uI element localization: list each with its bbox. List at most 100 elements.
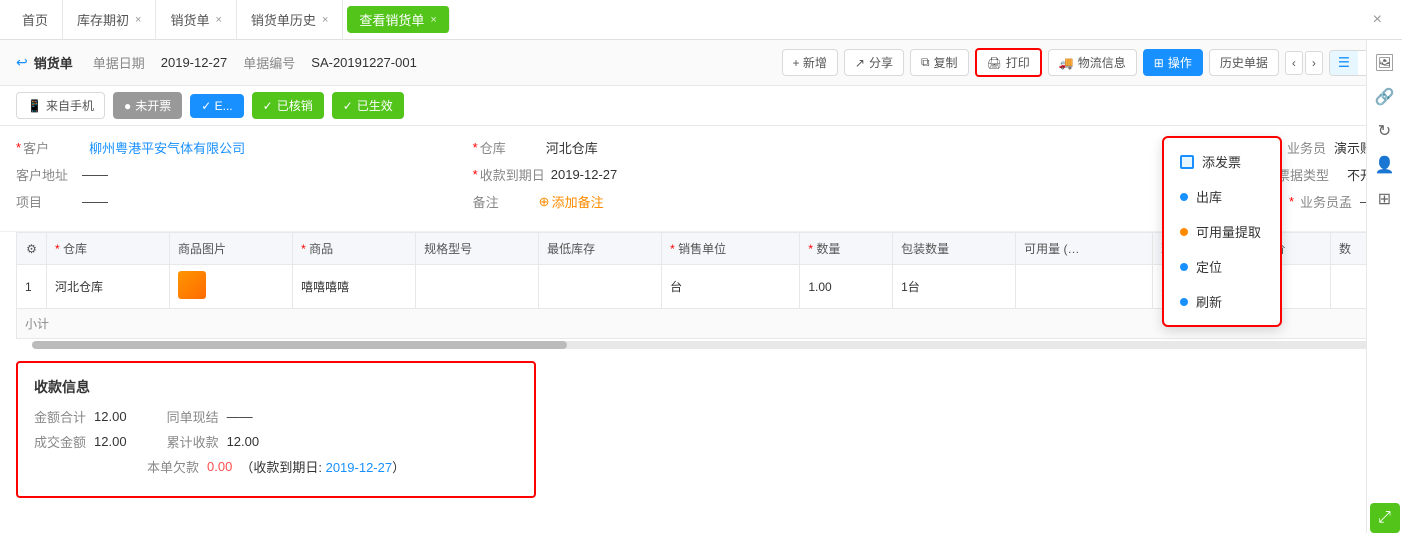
dropdown-locate[interactable]: 定位: [1164, 249, 1280, 284]
deal-amount-item: 成交金额 12.00: [34, 432, 127, 451]
col-unit: * 销售单位: [662, 233, 800, 265]
operations-button[interactable]: ⊞ 操作: [1143, 49, 1203, 76]
payment-row-3: 本单欠款 0.00 （收款到期日: 2019-12-27）: [34, 457, 518, 476]
expand-icon: ⤢: [1378, 509, 1391, 527]
customer-field: * 客户 柳州粤港平安气体有限公司: [16, 138, 473, 157]
payment-date-value: 2019-12-27: [551, 167, 618, 182]
total-amount-label: 金额合计: [34, 407, 86, 426]
cell-available: [1016, 265, 1153, 309]
tab-bar: 首页 库存期初 × 销货单 × 销货单历史 × 查看销货单 × ×: [0, 0, 1402, 40]
sidebar-link-button[interactable]: 🔗: [1370, 82, 1400, 112]
dropdown-refresh[interactable]: 刷新: [1164, 284, 1280, 319]
operations-dropdown: 添发票 出库 可用量提取 定位 刷新: [1162, 136, 1282, 327]
warehouse-label: 仓库: [480, 138, 540, 157]
date-label: 单据日期: [93, 53, 145, 72]
col-package-qty: 包装数量: [893, 233, 1016, 265]
tab-inventory[interactable]: 库存期初 ×: [63, 0, 156, 40]
project-value: ——: [82, 194, 108, 209]
cell-row-num: 1: [17, 265, 47, 309]
copy-button[interactable]: ⧉ 复制: [910, 49, 969, 76]
address-label: 客户地址: [16, 165, 76, 184]
next-button[interactable]: ›: [1305, 51, 1323, 75]
payment-date-field: * 收款到期日 2019-12-27: [473, 165, 930, 184]
phone-icon: 📱: [27, 99, 42, 113]
sidebar-grid-button[interactable]: ⊞: [1370, 184, 1400, 214]
invoice-field: * 票据类型 不开票: [929, 165, 1386, 184]
same-order-item: 同单现结 ——: [167, 407, 253, 426]
scrollbar-thumb[interactable]: [32, 341, 567, 349]
copy-icon: ⧉: [921, 55, 930, 70]
col-available: 可用量 (…: [1016, 233, 1153, 265]
tab-close-view-sales[interactable]: ×: [430, 14, 436, 26]
nav-arrows: ‹ ›: [1285, 51, 1323, 75]
invoice-label: 票据类型: [1277, 165, 1337, 184]
sidebar-image-button[interactable]: 🖼: [1370, 48, 1400, 78]
cancelled-button[interactable]: ✓ 已核销: [252, 92, 324, 119]
check-icon2: ✓: [343, 99, 353, 113]
cell-product: 嘻嘻嘻嘻: [293, 265, 416, 309]
total-amount-item: 金额合计 12.00: [34, 407, 127, 426]
payment-row-1: 金额合计 12.00 同单现结 ——: [34, 407, 518, 426]
sidebar-expand-button[interactable]: ⤢: [1370, 503, 1400, 533]
cumulative-value: 12.00: [227, 434, 260, 449]
link-icon: 🔗: [1375, 87, 1395, 107]
outstanding-note: （收款到期日: 2019-12-27）: [240, 457, 405, 476]
same-order-label: 同单现结: [167, 407, 219, 426]
tab-close-sales[interactable]: ×: [215, 14, 221, 26]
main-content: ↩ 销货单 单据日期 2019-12-27 单据编号 SA-20191227-0…: [0, 40, 1402, 533]
cell-min-stock: [539, 265, 662, 309]
horizontal-scrollbar[interactable]: [32, 341, 1370, 349]
sidebar-user-button[interactable]: 👤: [1370, 150, 1400, 180]
doc-title: 销货单: [34, 53, 73, 72]
payment-info-title: 收款信息: [34, 377, 518, 397]
print-icon: 🖨: [987, 56, 1002, 70]
tab-view-sales[interactable]: 查看销货单 ×: [347, 6, 449, 33]
share-button[interactable]: ↗ 分享: [844, 49, 904, 76]
tab-home[interactable]: 首页: [8, 0, 63, 40]
logistics-button[interactable]: 🚚 物流信息: [1048, 49, 1137, 76]
col-settings[interactable]: ⚙: [17, 233, 47, 265]
rotate-icon: ↻: [1378, 121, 1391, 141]
note-field: 备注 ⊕ 添加备注: [473, 192, 930, 211]
cumulative-label: 累计收款: [167, 432, 219, 451]
cell-package-qty: 1台: [893, 265, 1016, 309]
cell-spec: [416, 265, 539, 309]
tab-close-inventory[interactable]: ×: [135, 14, 141, 26]
address-field: 客户地址 ——: [16, 165, 473, 184]
prev-button[interactable]: ‹: [1285, 51, 1303, 75]
effective-button[interactable]: ✓ 已生效: [332, 92, 404, 119]
add-invoice-label: 添发票: [1202, 152, 1241, 171]
tab-sales[interactable]: 销货单 ×: [156, 0, 236, 40]
not-opened-button[interactable]: ● 未开票: [113, 92, 182, 119]
sidebar-rotate-button[interactable]: ↻: [1370, 116, 1400, 146]
col-min-stock: 最低库存: [539, 233, 662, 265]
address-value: ——: [82, 167, 108, 182]
new-button[interactable]: + 新增: [782, 49, 838, 76]
customer-value[interactable]: 柳州粤港平安气体有限公司: [89, 138, 245, 157]
tab-sales-history[interactable]: 销货单历史 ×: [237, 0, 343, 40]
add-note-button[interactable]: ⊕ 添加备注: [539, 192, 604, 211]
cumulative-payment-item: 累计收款 12.00: [167, 432, 260, 451]
from-phone-button[interactable]: 📱 来自手机: [16, 92, 105, 119]
staff2-label: 业务员孟: [1300, 192, 1352, 211]
doc-meta: 单据日期 2019-12-27 单据编号 SA-20191227-001: [93, 53, 417, 72]
staff-label: 业务员: [1287, 138, 1326, 157]
confirm-button[interactable]: ✓ E...: [190, 94, 243, 118]
right-sidebar: 🖼 🔗 ↻ 👤 ⊞ ⤢: [1366, 40, 1402, 533]
dropdown-add-invoice[interactable]: 添发票: [1164, 144, 1280, 179]
list-view-button[interactable]: ☰: [1330, 51, 1358, 75]
history-button[interactable]: 历史单据: [1209, 49, 1279, 76]
dropdown-available-qty[interactable]: 可用量提取: [1164, 214, 1280, 249]
product-image: [178, 271, 206, 299]
customer-label: 客户: [23, 138, 83, 157]
dot-blue-icon: [1180, 193, 1188, 201]
cell-unit: 台: [662, 265, 800, 309]
doc-actions: + 新增 ↗ 分享 ⧉ 复制 🖨 打印 🚚 物流信息: [782, 48, 1386, 77]
close-all-button[interactable]: ×: [1361, 11, 1394, 29]
dot-blue-icon2: [1180, 263, 1188, 271]
outstanding-item: 本单欠款 0.00 （收款到期日: 2019-12-27）: [147, 457, 405, 476]
print-button[interactable]: 🖨 打印: [975, 48, 1042, 77]
dropdown-outbound[interactable]: 出库: [1164, 179, 1280, 214]
tab-close-sales-history[interactable]: ×: [322, 14, 328, 26]
plus-icon: ⊕: [539, 194, 550, 210]
